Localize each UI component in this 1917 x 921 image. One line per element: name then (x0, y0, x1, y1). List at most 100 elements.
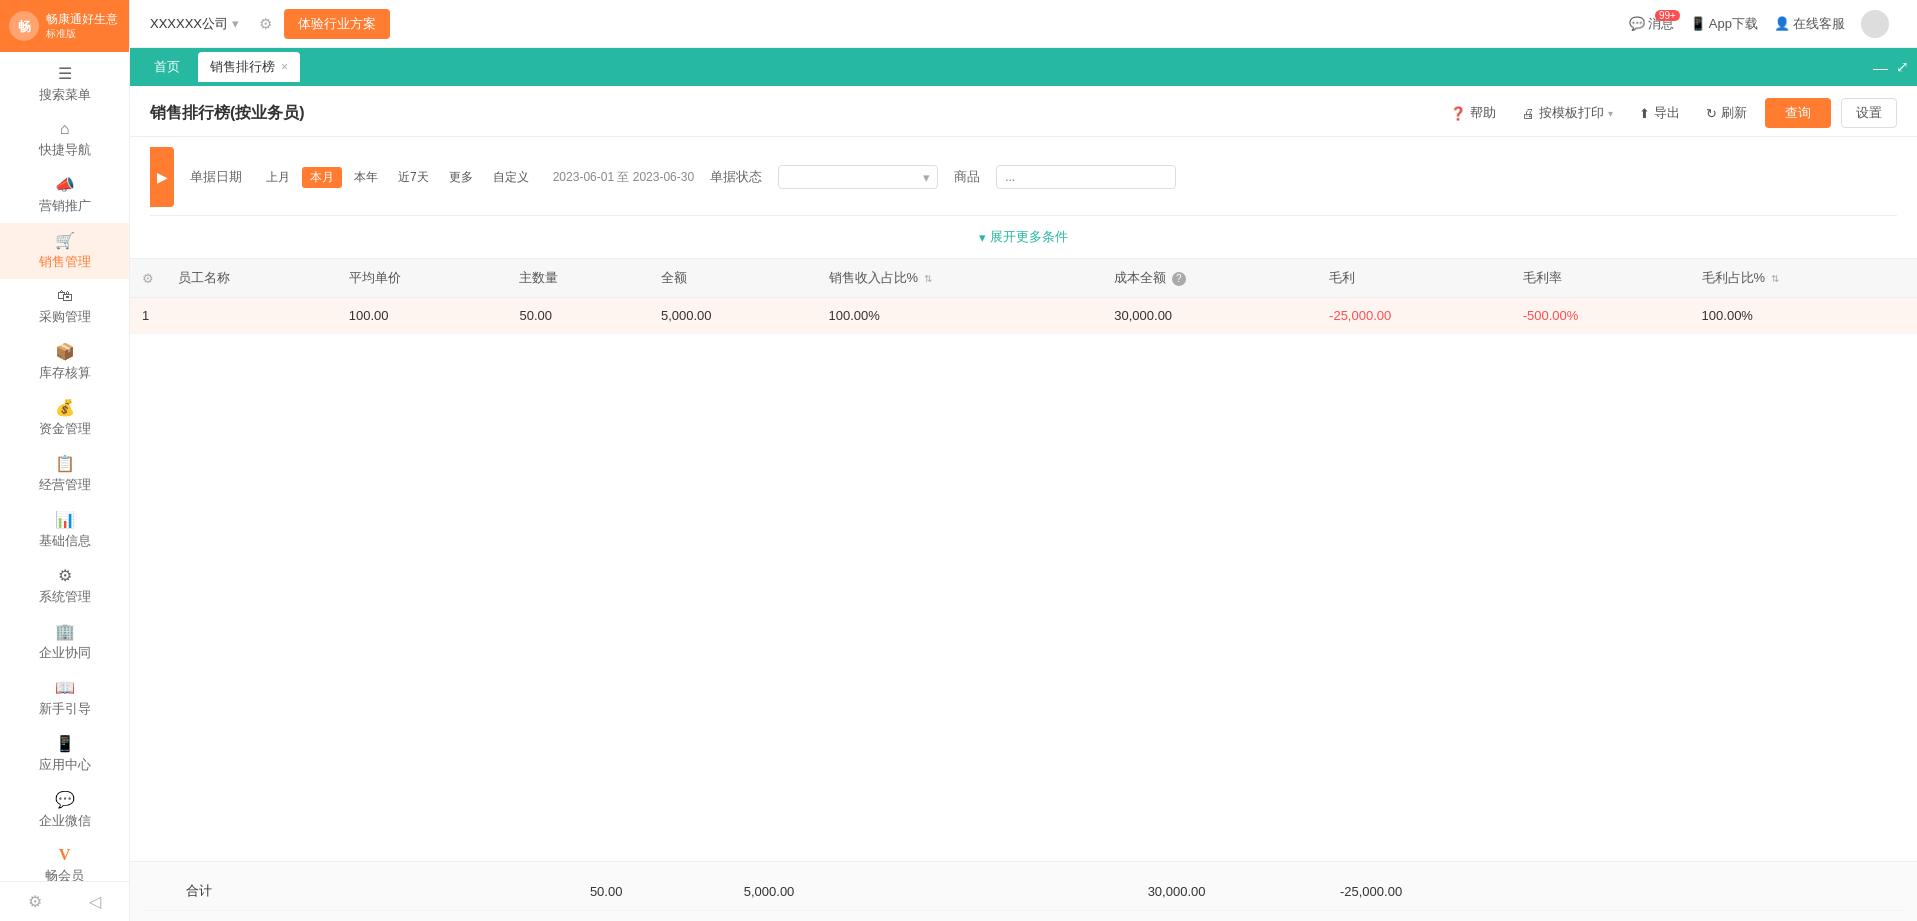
cell-revenue-pct: 100.00% (817, 298, 1103, 334)
header-right: 💬 消息 99+ 📱 App下载 👤 在线客服 (1629, 10, 1905, 38)
wechat-icon: 💬 (55, 790, 75, 809)
print-icon: 🖨 (1522, 106, 1535, 121)
sidebar-item-wechat[interactable]: 💬 企业微信 (0, 782, 129, 838)
logo-icon: 畅 (8, 10, 40, 42)
status-select-wrap (778, 165, 938, 189)
sidebar-item-sales[interactable]: 🛒 销售管理 (0, 223, 129, 279)
date-tab-7days[interactable]: 近7天 (390, 167, 437, 188)
settings-gear-icon[interactable]: ⚙ (259, 15, 272, 33)
status-label: 单据状态 (710, 168, 762, 186)
table-row: 1 100.00 50.00 5,000.00 100.00% 30,000.0… (130, 298, 1917, 334)
sidebar-item-label: 应用中心 (39, 756, 91, 774)
cost-info-icon[interactable]: ? (1172, 272, 1186, 286)
filter-row: ▶ 单据日期 上月 本月 本年 近7天 更多 自定义 2023-06-01 至 … (150, 147, 1897, 207)
settings-button[interactable]: 设置 (1841, 98, 1897, 128)
export-button[interactable]: ⬆ 导出 (1631, 100, 1688, 126)
app-center-icon: 📱 (55, 734, 75, 753)
tab-bar: 首页 销售排行榜 × — ⤢ (130, 48, 1917, 86)
svg-text:畅: 畅 (18, 19, 31, 34)
sidebar: 畅 畅康通好生意 标准版 ☰ 搜索菜单 ⌂ 快捷导航 📣 营销推广 🛒 销售管理… (0, 0, 130, 921)
sidebar-item-vip[interactable]: V 畅会员 (0, 838, 129, 881)
sales-icon: 🛒 (55, 231, 75, 250)
tab-close-icon[interactable]: × (281, 60, 288, 74)
sort-icon[interactable]: ⇅ (924, 273, 932, 284)
date-tab-more[interactable]: 更多 (441, 167, 481, 188)
date-tab-last-month[interactable]: 上月 (258, 167, 298, 188)
table-wrap: ⚙ 员工名称 平均单价 主数量 全额 销售收入占比% ⇅ 成本全额 ? (130, 259, 1917, 861)
query-button[interactable]: 查询 (1765, 98, 1831, 128)
filter-arrow-toggle[interactable]: ▶ (150, 147, 174, 207)
footer-collapse-button[interactable]: ◁ (89, 892, 101, 911)
company-name: XXXXXX公司 (150, 15, 228, 33)
print-label: 按模板打印 (1539, 104, 1604, 122)
goods-input[interactable] (996, 165, 1176, 189)
sidebar-item-guide[interactable]: 📖 新手引导 (0, 670, 129, 726)
online-service-button[interactable]: 👤 在线客服 (1774, 15, 1845, 33)
expand-label: 展开更多条件 (990, 228, 1068, 246)
status-select[interactable] (778, 165, 938, 189)
sidebar-item-quick[interactable]: ⌂ 快捷导航 (0, 112, 129, 167)
message-badge: 99+ (1655, 10, 1680, 21)
sidebar-item-purchase[interactable]: 🛍 采购管理 (0, 279, 129, 334)
trial-industry-button[interactable]: 体验行业方案 (284, 9, 390, 39)
print-button[interactable]: 🖨 按模板打印 ▾ (1514, 100, 1621, 126)
cell-profit-rate: -500.00% (1511, 298, 1690, 334)
message-icon: 💬 (1629, 16, 1645, 31)
sidebar-item-app-center[interactable]: 📱 应用中心 (0, 726, 129, 782)
cell-qty: 50.00 (507, 298, 649, 334)
vip-icon: V (59, 846, 71, 864)
sidebar-item-enterprise[interactable]: 🏢 企业协同 (0, 614, 129, 670)
sidebar-item-label: 企业协同 (39, 644, 91, 662)
date-tab-custom[interactable]: 自定义 (485, 167, 537, 188)
footer-row: 合计 50.00 5,000.00 30,000.00 -25,000.00 (142, 872, 1905, 911)
operations-icon: 📋 (55, 454, 75, 473)
inventory-icon: 📦 (55, 342, 75, 361)
sidebar-item-label: 系统管理 (39, 588, 91, 606)
tab-home[interactable]: 首页 (138, 48, 196, 86)
message-button[interactable]: 💬 消息 99+ (1629, 15, 1674, 33)
app-download-button[interactable]: 📱 App下载 (1690, 15, 1758, 33)
avatar[interactable] (1861, 10, 1889, 38)
footer-revenue-pct (924, 872, 1136, 911)
company-selector[interactable]: XXXXXX公司 ▾ (142, 11, 247, 37)
sidebar-item-label: 库存核算 (39, 364, 91, 382)
footer-qty: 50.00 (578, 872, 732, 911)
tab-sales-rank[interactable]: 销售排行榜 × (198, 52, 300, 82)
col-profit-pct: 毛利占比% ⇅ (1690, 259, 1917, 298)
print-dropdown-icon: ▾ (1608, 108, 1613, 119)
sidebar-item-label: 快捷导航 (39, 141, 91, 159)
page-actions: ❓ 帮助 🖨 按模板打印 ▾ ⬆ 导出 ↻ 刷新 查询 设置 (1442, 98, 1897, 128)
sidebar-item-basic-info[interactable]: 📊 基础信息 (0, 502, 129, 558)
sidebar-item-operations[interactable]: 📋 经营管理 (0, 446, 129, 502)
profit-pct-sort-icon[interactable]: ⇅ (1771, 273, 1779, 284)
home-icon: ⌂ (60, 120, 70, 138)
search-menu-icon: ☰ (58, 64, 72, 83)
refresh-button[interactable]: ↻ 刷新 (1698, 100, 1755, 126)
sidebar-item-label: 资金管理 (39, 420, 91, 438)
tab-minimize-icon[interactable]: — (1873, 59, 1888, 76)
date-tab-current-year[interactable]: 本年 (346, 167, 386, 188)
sidebar-item-label: 企业微信 (39, 812, 91, 830)
col-revenue-pct: 销售收入占比% ⇅ (817, 259, 1103, 298)
sidebar-item-system[interactable]: ⚙ 系统管理 (0, 558, 129, 614)
sidebar-item-finance[interactable]: 💰 资金管理 (0, 390, 129, 446)
service-icon: 👤 (1774, 16, 1790, 31)
sidebar-nav: ☰ 搜索菜单 ⌂ 快捷导航 📣 营销推广 🛒 销售管理 🛍 采购管理 📦 库存核… (0, 52, 129, 881)
marketing-icon: 📣 (55, 175, 75, 194)
col-settings[interactable]: ⚙ (130, 259, 166, 298)
expand-more-button[interactable]: ▾ 展开更多条件 (979, 228, 1068, 246)
enterprise-icon: 🏢 (55, 622, 75, 641)
expand-row: ▾ 展开更多条件 (150, 224, 1897, 248)
table-footer: 合计 50.00 5,000.00 30,000.00 -25,000.00 (130, 861, 1917, 921)
cell-profit: -25,000.00 (1317, 298, 1511, 334)
sidebar-item-label: 营销推广 (39, 197, 91, 215)
date-tab-current-month[interactable]: 本月 (302, 167, 342, 188)
sidebar-item-inventory[interactable]: 📦 库存核算 (0, 334, 129, 390)
footer-settings-button[interactable]: ⚙ (28, 892, 42, 911)
sidebar-item-search[interactable]: ☰ 搜索菜单 (0, 56, 129, 112)
sidebar-item-marketing[interactable]: 📣 营销推广 (0, 167, 129, 223)
refresh-icon: ↻ (1706, 106, 1717, 121)
help-button[interactable]: ❓ 帮助 (1442, 100, 1504, 126)
tab-maximize-icon[interactable]: ⤢ (1896, 58, 1909, 76)
col-profit-rate: 毛利率 (1511, 259, 1690, 298)
